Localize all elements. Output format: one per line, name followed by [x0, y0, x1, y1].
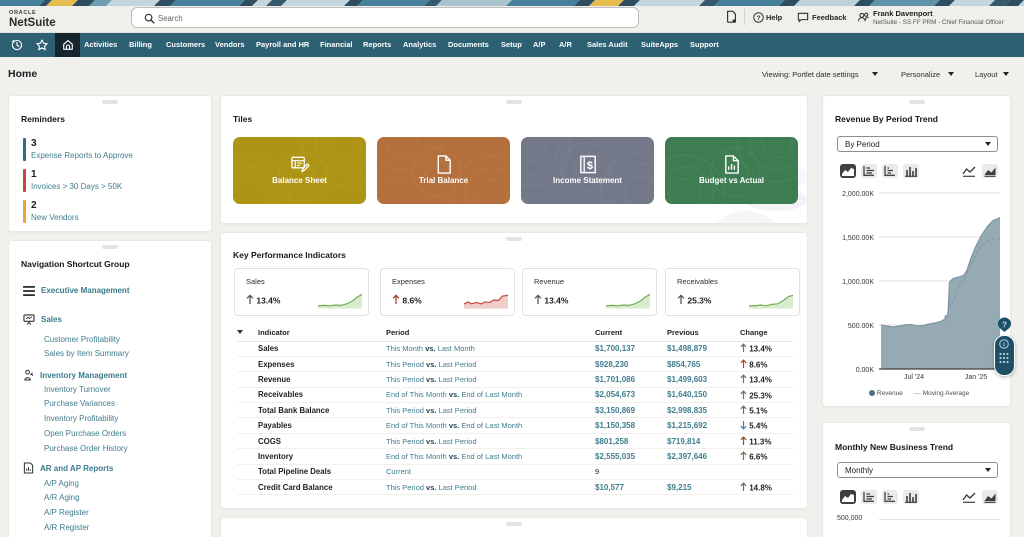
svg-text:Jan '25: Jan '25 — [965, 374, 987, 381]
svg-text:i: i — [1003, 341, 1005, 348]
svg-text:Jul '24: Jul '24 — [904, 374, 924, 381]
svg-text:0.00K: 0.00K — [856, 367, 875, 374]
svg-text:1,500.00K: 1,500.00K — [842, 235, 874, 242]
svg-text:$: $ — [586, 160, 592, 172]
svg-text:1,000.00K: 1,000.00K — [842, 279, 874, 286]
svg-text:?: ? — [756, 15, 760, 22]
svg-text:2,000.00K: 2,000.00K — [842, 191, 874, 198]
svg-text:500.00K: 500.00K — [848, 323, 874, 330]
svg-text:?: ? — [1002, 319, 1007, 329]
